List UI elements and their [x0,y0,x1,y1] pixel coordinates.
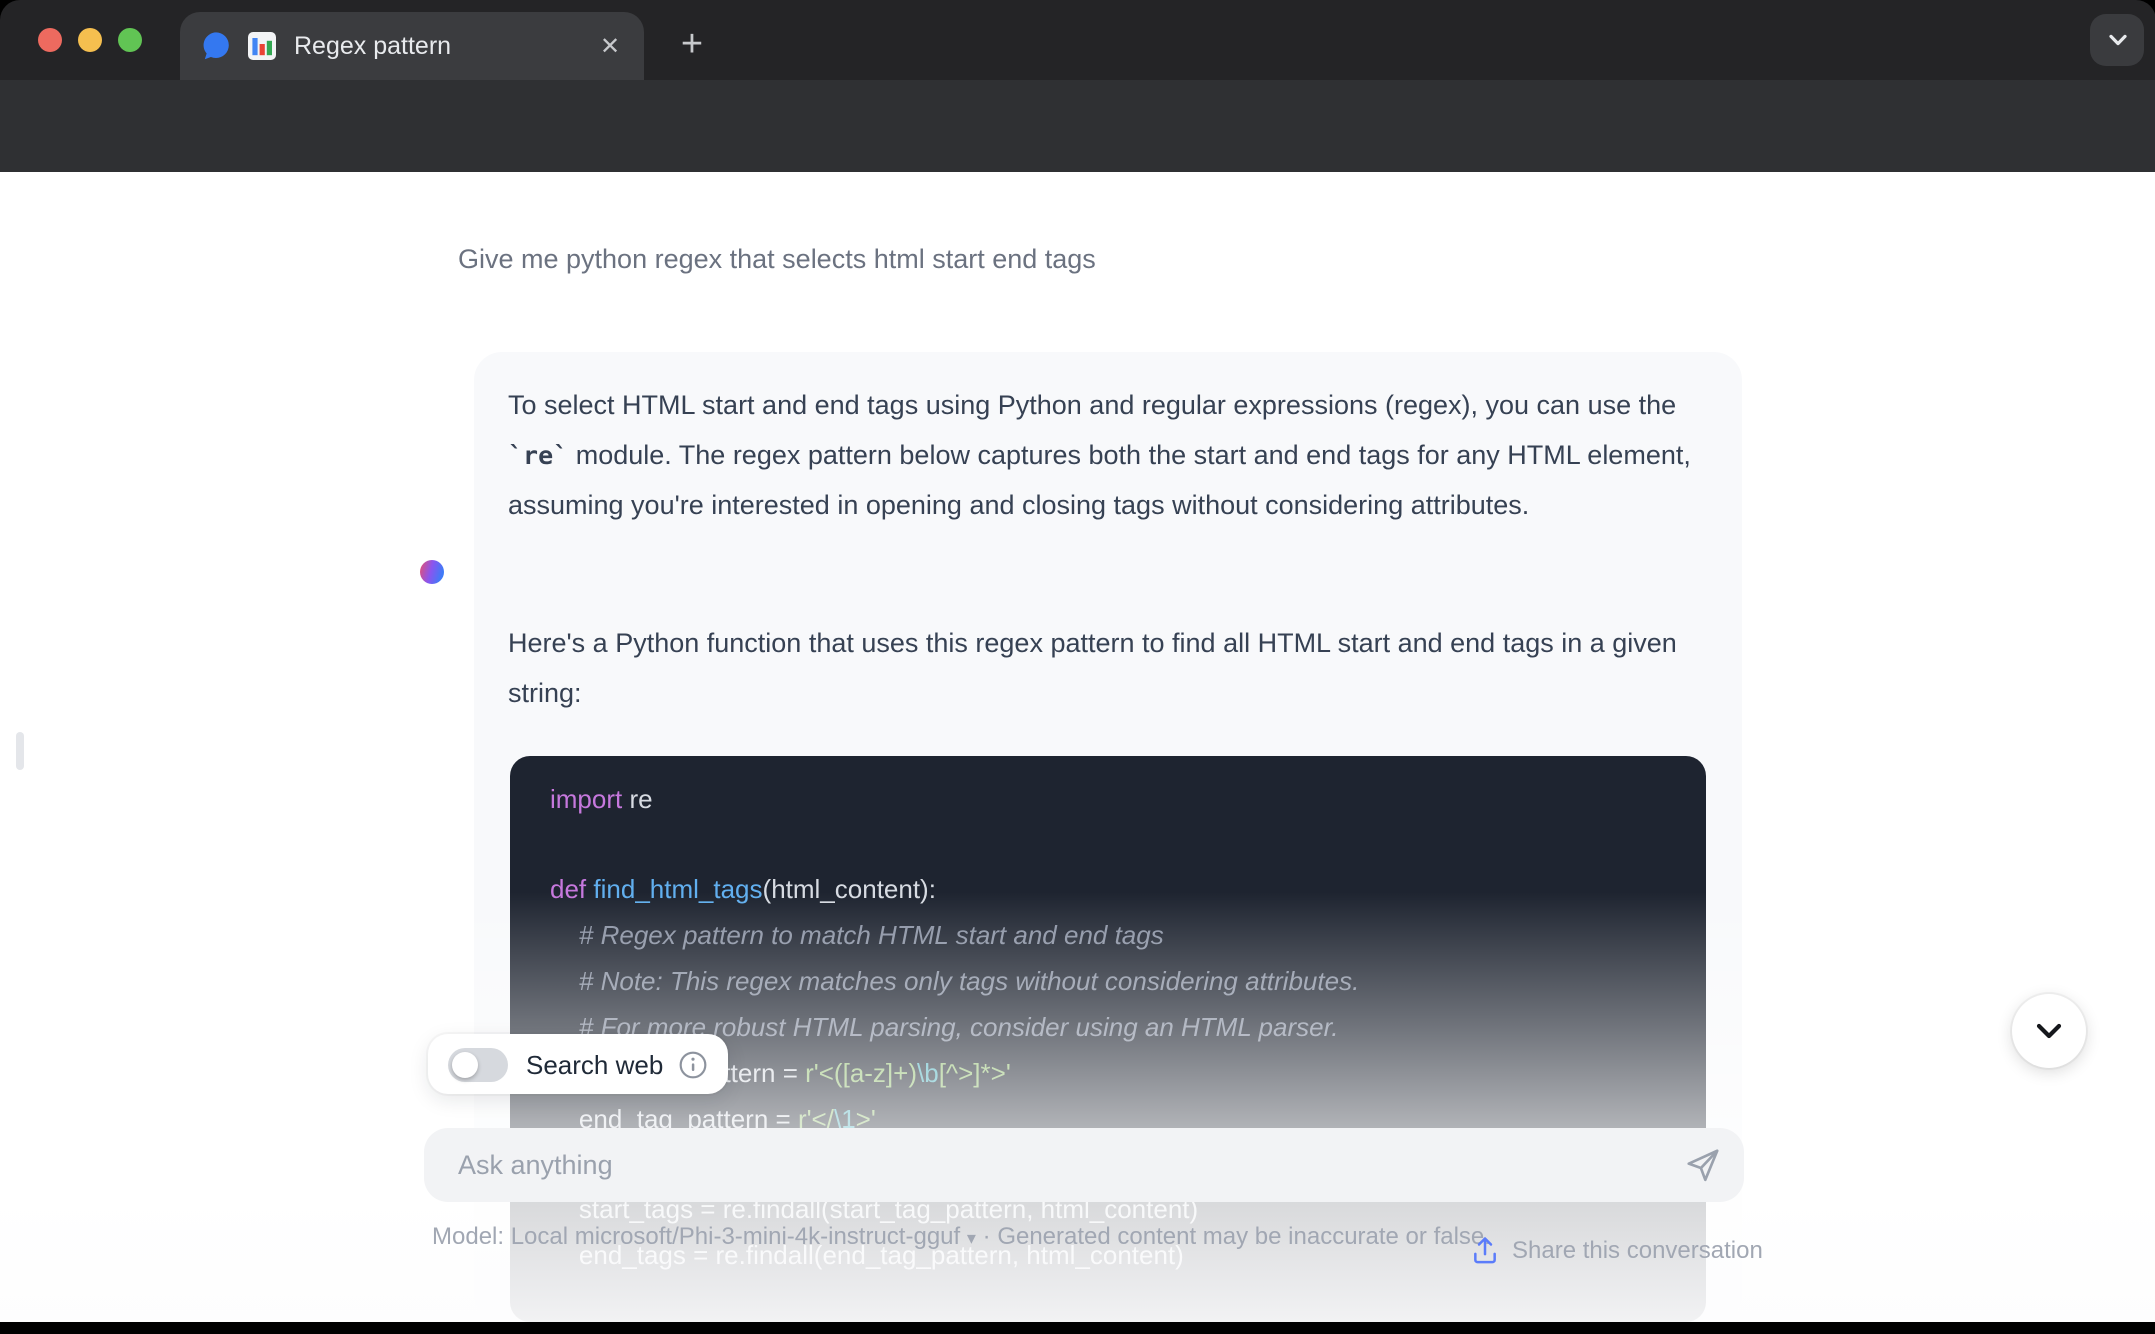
scroll-to-bottom-button[interactable] [2012,994,2086,1068]
bar-chart-favicon [248,32,276,60]
code-line: # Note: This regex matches only tags wit… [550,966,1360,996]
left-scrollbar-handle[interactable] [16,732,24,770]
chat-bubble-icon [203,32,229,60]
user-message: Give me python regex that selects html s… [458,244,1096,274]
inline-code-re: `re` [508,440,569,470]
assistant-p1-text: To select HTML start and end tags using … [508,390,1677,420]
new-tab-button[interactable]: + [668,24,716,72]
code-line: import re [550,784,653,814]
traffic-lights [38,28,142,52]
active-tab[interactable]: Regex pattern ✕ [180,12,644,80]
search-web-control: Search web [428,1034,728,1094]
zoom-window-button[interactable] [118,28,142,52]
chevron-down-icon [2108,34,2126,46]
model-disclaimer: Model: Local microsoft/Phi-3-mini-4k-ins… [432,1216,1508,1260]
tab-strip: Regex pattern ✕ + [0,0,2155,80]
info-icon[interactable] [677,1049,707,1079]
share-conversation-button[interactable]: Share this conversation [1470,1234,1763,1266]
chevron-down-icon [2036,1023,2062,1039]
assistant-p1-text-cont: module. The regex pattern below captures… [508,440,1691,520]
minimize-window-button[interactable] [78,28,102,52]
code-line: # Regex pattern to match HTML start and … [550,920,1164,950]
tab-title: Regex pattern [294,32,452,60]
assistant-paragraph-2: Here's a Python function that uses this … [508,628,1677,708]
model-dropdown-caret[interactable]: ▾ [967,1228,976,1248]
share-upload-icon [1474,1237,1496,1264]
close-window-button[interactable] [38,28,62,52]
send-icon[interactable] [1684,1146,1722,1184]
code-lines: import re def find_html_tags(html_conten… [550,778,1666,1280]
chat-page: Give me python regex that selects html s… [0,172,2155,1322]
bottom-black-bar [0,1322,2155,1334]
ask-anything-input[interactable] [424,1128,1744,1202]
browser-toolbar: localhost:5173/conversation/665727c45da9… [0,80,2155,236]
tab-search-button[interactable] [2090,14,2144,66]
close-tab-icon[interactable]: ✕ [592,28,628,64]
assistant-avatar [420,560,444,584]
model-label[interactable]: Model: Local microsoft/Phi-3-mini-4k-ins… [432,1222,960,1250]
code-line: def find_html_tags(html_content): [550,874,936,904]
disclaimer-text: Generated content may be inaccurate or f… [997,1222,1491,1250]
search-web-toggle[interactable] [448,1047,508,1081]
footer-separator: · [982,1222,991,1250]
search-web-label: Search web [526,1049,664,1079]
assistant-paragraph-1: To select HTML start and end tags using … [508,380,1708,530]
browser-window: Regex pattern ✕ + localhost:5 [0,0,2155,1334]
share-label: Share this conversation [1512,1236,1763,1264]
toggle-knob [452,1051,478,1077]
